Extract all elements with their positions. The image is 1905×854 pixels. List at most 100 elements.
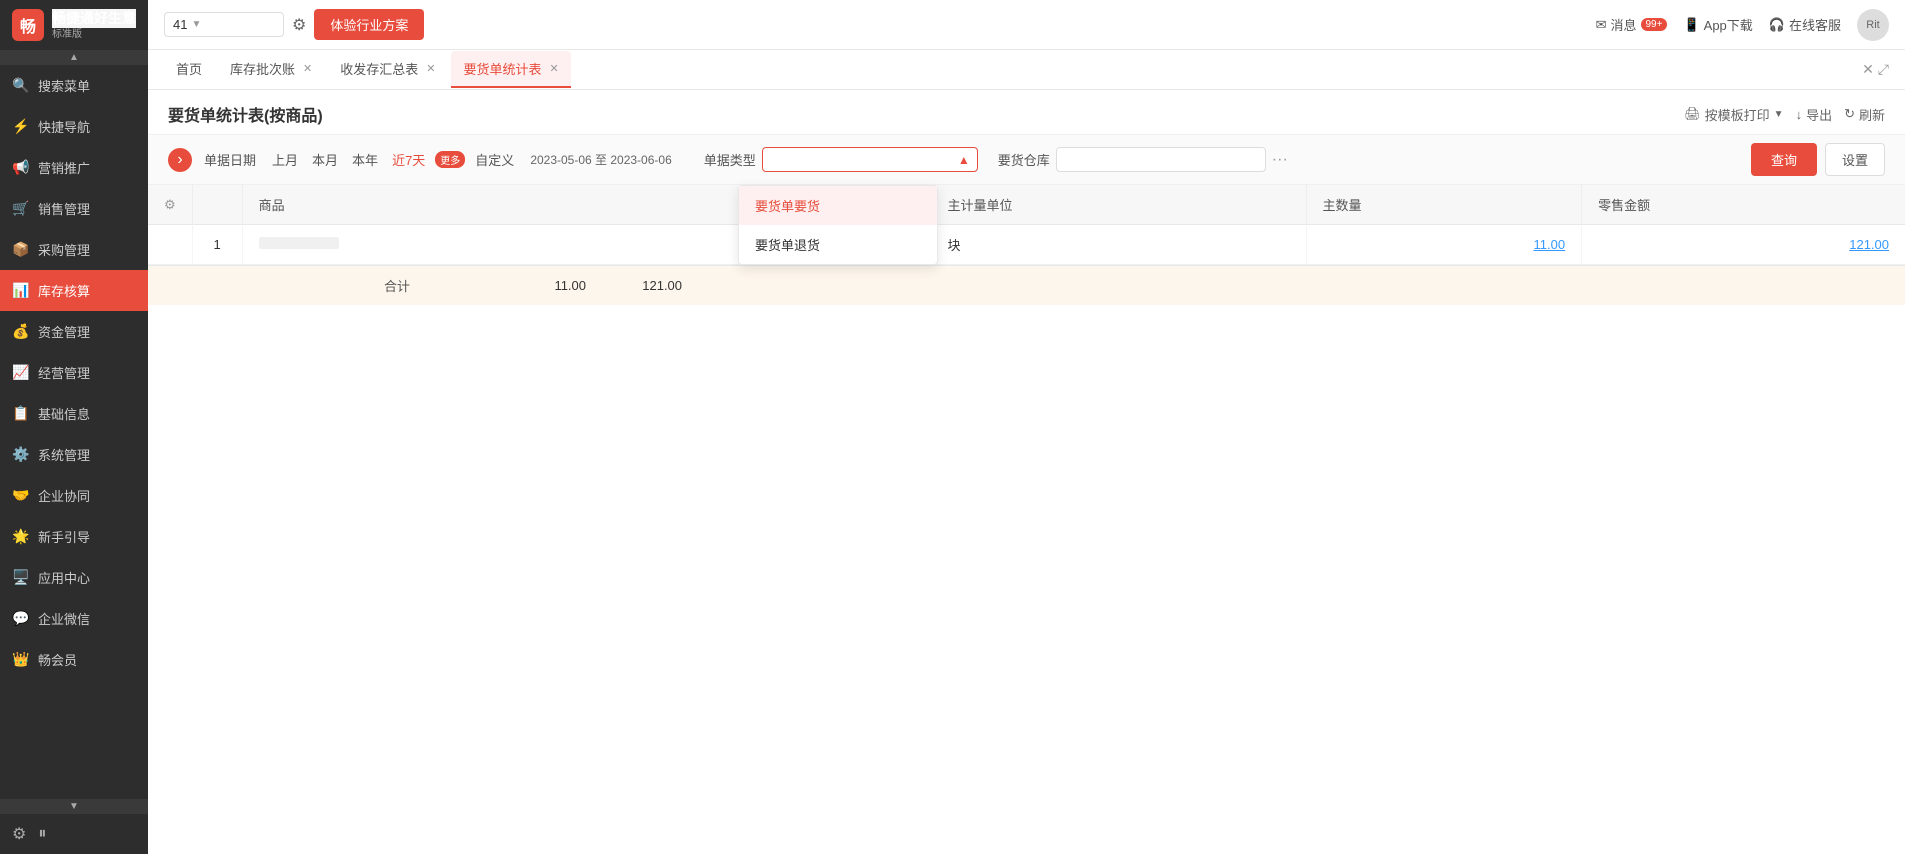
sidebar-item-search[interactable]: 🔍 搜索菜单 [0, 65, 148, 106]
page-actions: 🖨 按模板打印 ▼ ↓ 导出 ↻ 刷新 [1684, 105, 1885, 124]
filter-more-button[interactable]: ··· [1272, 151, 1288, 169]
cooperation-icon: 🤝 [12, 487, 30, 504]
sidebar-item-cooperation[interactable]: 🤝 企业协同 [0, 475, 148, 516]
print-button[interactable]: 🖨 按模板打印 ▼ [1684, 105, 1783, 124]
finance-icon: 💰 [12, 323, 30, 340]
sidebar-item-marketing[interactable]: 📢 营销推广 [0, 147, 148, 188]
export-button[interactable]: ↓ 导出 [1796, 105, 1833, 124]
filter-expand-button[interactable]: › [168, 148, 192, 172]
user-avatar[interactable]: Rit [1857, 9, 1889, 41]
sidebar-item-basic[interactable]: 📋 基础信息 [0, 393, 148, 434]
page-content: 要货单统计表(按商品) 🖨 按模板打印 ▼ ↓ 导出 ↻ 刷新 [148, 90, 1905, 854]
data-table: ⚙ 商品 主计量单位 主数量 零售金额 1 [148, 185, 1905, 265]
topbar-left: 41 ▼ ⚙ 体验行业方案 [164, 9, 1584, 40]
sidebar-item-operations[interactable]: 📈 经营管理 [0, 352, 148, 393]
operations-icon: 📈 [12, 364, 30, 381]
tab-bar: 首页 库存批次账 ✕ 收发存汇总表 ✕ 要货单统计表 ✕ ✕ ⤢ [148, 50, 1905, 90]
tabs-expand-icon[interactable]: ⤢ [1878, 61, 1889, 78]
sidebar-item-system[interactable]: ⚙️ 系统管理 [0, 434, 148, 475]
td-empty [148, 225, 192, 265]
date-btn-last-7-days[interactable]: 近7天 [388, 148, 429, 171]
enterprise-wechat-icon: 💬 [12, 610, 30, 627]
sidebar-item-finance[interactable]: 💰 资金管理 [0, 311, 148, 352]
settings-button[interactable]: 设置 [1825, 143, 1885, 176]
type-select-input[interactable] [762, 147, 978, 172]
trial-button[interactable]: 体验行业方案 [314, 9, 424, 40]
marketing-icon: 📢 [12, 159, 30, 176]
sidebar-item-sales[interactable]: 🛒 销售管理 [0, 188, 148, 229]
warehouse-input[interactable] [1056, 147, 1266, 172]
sidebar-item-quick-nav[interactable]: ⚡ 快捷导航 [0, 106, 148, 147]
sidebar-scroll-down[interactable]: ▼ [0, 799, 148, 814]
table-row: 1 块 11.00 121.00 [148, 225, 1905, 265]
sales-icon: 🛒 [12, 200, 30, 217]
tab-receive-send-summary[interactable]: 收发存汇总表 ✕ [328, 51, 447, 88]
col-unit: 主计量单位 [931, 185, 1306, 225]
col-index [192, 185, 242, 225]
tab-inventory-batch[interactable]: 库存批次账 ✕ [218, 51, 324, 88]
store-selector-arrow-icon: ▼ [191, 19, 201, 30]
td-quantity[interactable]: 11.00 [1306, 225, 1582, 265]
system-icon: ⚙️ [12, 446, 30, 463]
col-settings-icon: ⚙ [164, 197, 176, 212]
sidebar-nav: 🔍 搜索菜单 ⚡ 快捷导航 📢 营销推广 🛒 销售管理 📦 采购管理 📊 库存核… [0, 65, 148, 799]
main-content: 41 ▼ ⚙ 体验行业方案 ✉ 消息 99+ 📱 App下载 🎧 在线客服 Ri… [148, 0, 1905, 854]
sidebar-item-vip[interactable]: 👑 畅会员 [0, 639, 148, 680]
dropdown-item-order-return[interactable]: 要货单退货 [739, 225, 937, 264]
online-service-button[interactable]: 🎧 在线客服 [1769, 15, 1841, 34]
tab-close-receive-send-summary[interactable]: ✕ [426, 62, 435, 75]
tab-close-order-summary[interactable]: ✕ [550, 62, 559, 75]
filter-bar: › 单据日期 上月 本月 本年 近7天 更多 自定义 2023-05-06 至 … [148, 134, 1905, 185]
col-settings[interactable]: ⚙ [148, 185, 192, 225]
tab-home[interactable]: 首页 [164, 51, 214, 88]
refresh-icon: ↻ [1844, 106, 1855, 122]
date-btn-custom[interactable]: 自定义 [471, 148, 518, 171]
app-center-icon: 🖥️ [12, 569, 30, 586]
messages-button[interactable]: ✉ 消息 99+ [1596, 15, 1668, 34]
store-selector[interactable]: 41 ▼ [164, 12, 284, 37]
tab-close-inventory-batch[interactable]: ✕ [303, 62, 312, 75]
goods-placeholder [259, 237, 339, 249]
bottom-collapse-icon[interactable]: ⏸ [38, 825, 46, 843]
sidebar-item-enterprise-wechat[interactable]: 💬 企业微信 [0, 598, 148, 639]
query-button[interactable]: 查询 [1751, 143, 1817, 176]
dropdown-item-order-goods[interactable]: 要货单要货 [739, 186, 937, 225]
tab-order-summary[interactable]: 要货单统计表 ✕ [451, 51, 570, 88]
topbar-settings-icon[interactable]: ⚙ [292, 15, 306, 35]
date-btn-this-year[interactable]: 本年 [348, 148, 382, 171]
date-btn-this-month[interactable]: 本月 [308, 148, 342, 171]
sidebar-item-guide[interactable]: 🌟 新手引导 [0, 516, 148, 557]
date-more-badge[interactable]: 更多 [435, 151, 465, 168]
date-filter-group: 上月 本月 本年 近7天 更多 自定义 [268, 148, 518, 171]
td-amount[interactable]: 121.00 [1582, 225, 1905, 265]
refresh-button[interactable]: ↻ 刷新 [1844, 105, 1885, 124]
td-index: 1 [192, 225, 242, 265]
page-inner: 要货单统计表(按商品) 🖨 按模板打印 ▼ ↓ 导出 ↻ 刷新 [148, 90, 1905, 854]
tabs-close-all-icon[interactable]: ✕ [1862, 61, 1874, 78]
print-dropdown-icon: ▼ [1774, 109, 1784, 120]
type-filter-section: 单据类型 ▲ [704, 147, 978, 172]
sidebar-logo: 畅 畅捷通好生意 标准版 [0, 0, 148, 50]
inventory-icon: 📊 [12, 282, 30, 299]
warehouse-filter-label: 要货仓库 [998, 150, 1050, 169]
print-icon: 🖨 [1684, 106, 1701, 122]
basic-icon: 📋 [12, 405, 30, 422]
bottom-settings-icon[interactable]: ⚙ [12, 824, 26, 844]
sidebar-bottom: ⚙ ⏸ [0, 814, 148, 854]
export-icon: ↓ [1796, 107, 1803, 122]
sidebar-item-purchase[interactable]: 📦 采购管理 [0, 229, 148, 270]
footer-label: 合计 [384, 276, 410, 295]
app-logo-icon: 畅 [12, 9, 44, 41]
date-btn-last-month[interactable]: 上月 [268, 148, 302, 171]
online-service-icon: 🎧 [1769, 17, 1785, 33]
sidebar: 畅 畅捷通好生意 标准版 ▲ 🔍 搜索菜单 ⚡ 快捷导航 📢 营销推广 🛒 销售… [0, 0, 148, 854]
sidebar-item-inventory[interactable]: 📊 库存核算 [0, 270, 148, 311]
purchase-icon: 📦 [12, 241, 30, 258]
sidebar-scroll-up[interactable]: ▲ [0, 50, 148, 65]
filter-actions: 查询 设置 [1751, 143, 1885, 176]
td-unit: 块 [931, 225, 1306, 265]
messages-badge: 99+ [1641, 18, 1668, 31]
type-dropdown: 要货单要货 要货单退货 [738, 185, 938, 265]
sidebar-item-app-center[interactable]: 🖥️ 应用中心 [0, 557, 148, 598]
app-download-button[interactable]: 📱 App下载 [1683, 15, 1752, 34]
